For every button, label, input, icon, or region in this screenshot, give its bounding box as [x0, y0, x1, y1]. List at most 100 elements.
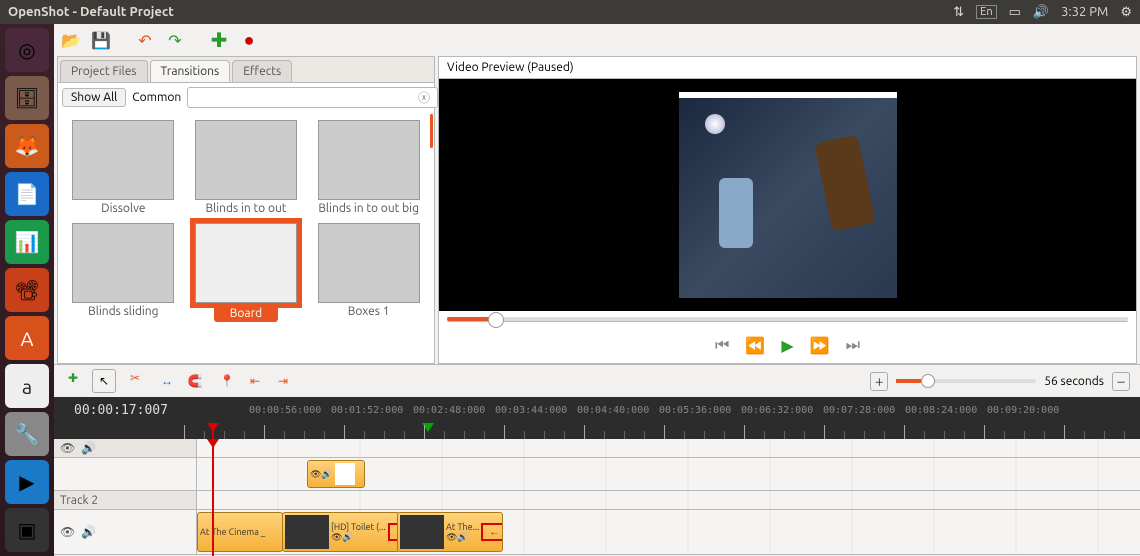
transition-blinds-sliding[interactable]: Blinds sliding	[66, 223, 181, 322]
track-2[interactable]: 👁 🔊 At The Cinema _ [HD] Toilet (...👁🔊 ←	[54, 510, 1140, 555]
timeline-timecode-bar: 00:00:17:007 00:00:56:000 00:01:52:000 0…	[54, 397, 1140, 423]
add-button[interactable]: ✚	[208, 29, 230, 51]
cut-tool[interactable]: ✂	[126, 369, 144, 387]
playhead[interactable]	[212, 423, 214, 439]
snap-tool[interactable]: 🧲	[186, 372, 204, 390]
track-1-lane[interactable]: 👁🔊	[197, 458, 1140, 490]
dock-impress[interactable]: 📽	[5, 268, 49, 312]
timeline-ruler[interactable]	[54, 423, 1140, 439]
ts-d: 00:03:44:000	[495, 405, 567, 416]
playhead-line	[212, 439, 214, 556]
zoom-in-icon[interactable]: ＋	[870, 372, 888, 391]
dock-software[interactable]: A	[5, 316, 49, 360]
transition-dissolve[interactable]: Dissolve	[66, 120, 181, 215]
search-input[interactable]	[187, 87, 438, 108]
playback-controls: ⏮ ⏪ ▶ ⏩ ⏭	[439, 327, 1136, 363]
pointer-tool[interactable]: ↖	[92, 369, 116, 393]
app-window: 📂 💾 ↶ ↷ ✚ ● Project Files Transitions Ef…	[54, 24, 1140, 556]
dock-media[interactable]: ▶	[5, 460, 49, 504]
dock-writer[interactable]: 📄	[5, 172, 49, 216]
visibility-icon[interactable]: 👁	[60, 441, 75, 455]
show-all-button[interactable]: Show All	[62, 88, 126, 107]
tracks-container: 👁 🔊 👁🔊 Track 2	[54, 439, 1140, 556]
volume-icon[interactable]: 🔊	[1033, 5, 1049, 20]
ts-h: 00:07:28:000	[823, 405, 895, 416]
seek-knob[interactable]	[488, 312, 504, 328]
track-2-head[interactable]: Track 2	[54, 491, 197, 509]
lang-indicator[interactable]: En	[976, 5, 996, 19]
ts-f: 00:05:36:000	[659, 405, 731, 416]
content-row: Project Files Transitions Effects Show A…	[54, 56, 1140, 364]
zoom-slider[interactable]	[896, 379, 1036, 383]
marker-add-button[interactable]: 📍	[218, 372, 236, 390]
zoom-label: 56 seconds	[1044, 375, 1104, 388]
tab-transitions[interactable]: Transitions	[150, 60, 231, 82]
ts-b: 00:01:52:000	[331, 405, 403, 416]
track-2-controls[interactable]: 👁 🔊	[54, 510, 197, 554]
clip-short-1[interactable]: 👁🔊	[307, 460, 365, 488]
save-button[interactable]: 💾	[90, 29, 112, 51]
video-frame	[679, 92, 897, 298]
resize-tool[interactable]: ↔	[158, 372, 176, 390]
audio-icon[interactable]: 🔊	[81, 441, 96, 455]
audio-icon[interactable]: 🔊	[81, 525, 96, 539]
clear-search-icon[interactable]: ⓧ	[418, 89, 430, 106]
timeline-toolbar: ✚ ↖ ✂ ↔ 🧲 📍 ⇤ ⇥ ＋ 56 seconds －	[54, 365, 1140, 397]
track-2-lane[interactable]: At The Cinema _ [HD] Toilet (...👁🔊 ← At …	[197, 510, 1140, 554]
clip-marker-icon[interactable]: ←	[481, 523, 503, 541]
dock-settings[interactable]: 🔧	[5, 412, 49, 456]
zoom-area: ＋ 56 seconds －	[870, 372, 1130, 391]
clip-cinema[interactable]: At The Cinema _	[197, 512, 283, 552]
add-track-button[interactable]: ✚	[64, 369, 82, 387]
track-1-head[interactable]: 👁 🔊	[54, 439, 197, 457]
ts-g: 00:06:32:000	[741, 405, 813, 416]
import-button[interactable]: 📂	[60, 29, 82, 51]
rewind-button[interactable]: ⏪	[745, 336, 765, 355]
track-2-header: Track 2	[54, 491, 1140, 510]
seek-bar[interactable]	[439, 311, 1136, 327]
dock-terminal[interactable]: ▣	[5, 508, 49, 552]
undo-button[interactable]: ↶	[134, 29, 156, 51]
dock-dash[interactable]: ◎	[5, 28, 49, 72]
window-title: OpenShot - Default Project	[8, 5, 953, 19]
clip-toilet[interactable]: [HD] Toilet (...👁🔊 ←	[282, 512, 400, 552]
track-1[interactable]: 👁🔊	[54, 458, 1140, 491]
preview-panel: Video Preview (Paused) ⏮ ⏪ ▶ ⏩ ⏭	[438, 56, 1137, 364]
skip-end-button[interactable]: ⏭	[846, 336, 860, 355]
marker-next-button[interactable]: ⇥	[274, 372, 292, 390]
skip-start-button[interactable]: ⏮	[715, 336, 729, 355]
timecode: 00:00:17:007	[74, 403, 168, 418]
transition-blinds-in-out-big[interactable]: Blinds in to out big	[311, 120, 426, 215]
gear-icon[interactable]: ⚙	[1120, 5, 1132, 20]
ts-e: 00:04:40:000	[577, 405, 649, 416]
forward-button[interactable]: ⏩	[810, 336, 830, 355]
common-label[interactable]: Common	[132, 91, 181, 104]
menubar: OpenShot - Default Project ⇅ En ▭ 🔊 3:32…	[0, 0, 1140, 24]
redo-button[interactable]: ↷	[164, 29, 186, 51]
dock-files[interactable]: 🗄	[5, 76, 49, 120]
battery-icon[interactable]: ▭	[1009, 5, 1021, 20]
video-area[interactable]	[439, 79, 1136, 311]
network-icon[interactable]: ⇅	[953, 5, 964, 20]
transition-board[interactable]: Board	[189, 223, 304, 322]
zoom-out-icon[interactable]: －	[1112, 372, 1130, 391]
record-button[interactable]: ●	[238, 29, 260, 51]
clip-atthe[interactable]: At The...👁🔊 ←	[397, 512, 503, 552]
tab-project-files[interactable]: Project Files	[60, 60, 148, 82]
main-toolbar: 📂 💾 ↶ ↷ ✚ ●	[54, 24, 1140, 56]
play-button[interactable]: ▶	[781, 336, 793, 355]
dock-amazon[interactable]: a	[5, 364, 49, 408]
clock[interactable]: 3:32 PM	[1061, 5, 1108, 19]
transition-boxes-1[interactable]: Boxes 1	[311, 223, 426, 322]
ts-a: 00:00:56:000	[249, 405, 321, 416]
marker-prev-button[interactable]: ⇤	[246, 372, 264, 390]
unity-dock: ◎ 🗄 🦊 📄 📊 📽 A a 🔧 ▶ ▣	[0, 24, 54, 556]
transitions-grid[interactable]: Dissolve Blinds in to out Blinds in to o…	[58, 112, 434, 363]
tab-effects[interactable]: Effects	[232, 60, 292, 82]
ts-i: 00:08:24:000	[905, 405, 977, 416]
dock-calc[interactable]: 📊	[5, 220, 49, 264]
transition-blinds-in-out[interactable]: Blinds in to out	[189, 120, 304, 215]
dock-firefox[interactable]: 🦊	[5, 124, 49, 168]
panel-tabs: Project Files Transitions Effects	[58, 57, 434, 83]
visibility-icon[interactable]: 👁	[60, 525, 75, 539]
